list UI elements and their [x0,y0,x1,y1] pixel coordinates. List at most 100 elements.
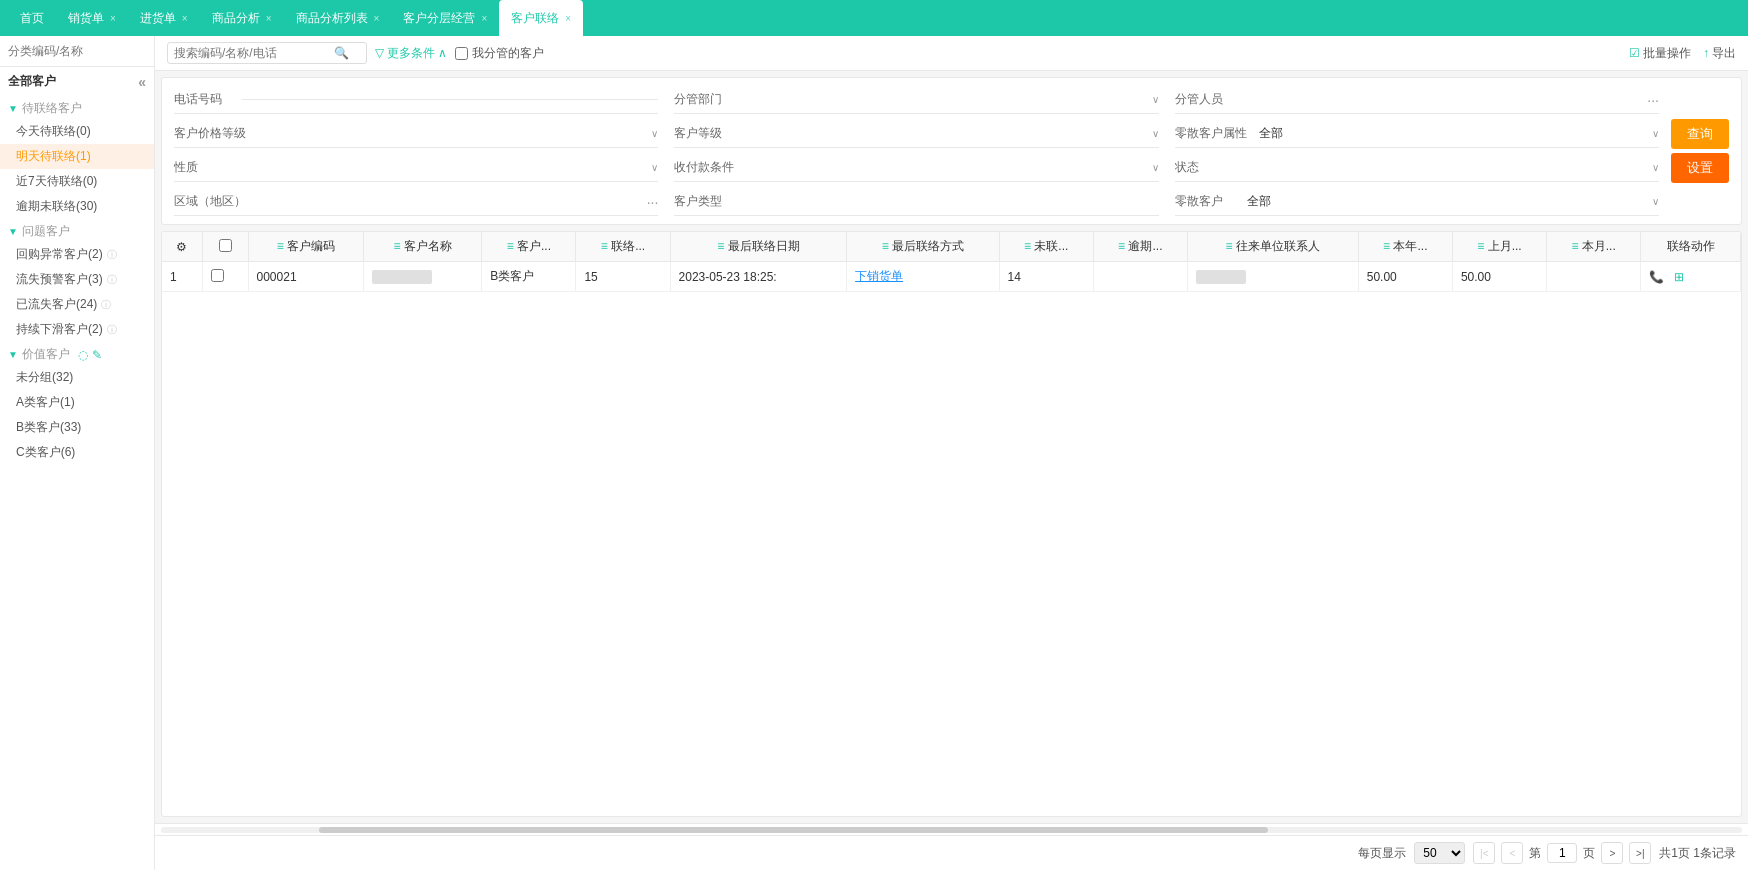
chevron-down-icon[interactable]: ∨ [1152,128,1159,139]
filter-phone: 电话号码 [174,86,658,114]
more-icon[interactable]: ··· [1647,92,1659,108]
cell-index: 1 [162,262,202,292]
nav-purchase-order[interactable]: 进货单 × [128,0,200,36]
close-icon[interactable]: × [481,13,487,24]
close-icon[interactable]: × [182,13,188,24]
query-button[interactable]: 查询 [1671,119,1729,149]
nav-product-analysis-list[interactable]: 商品分析列表 × [284,0,392,36]
sidebar-item-churned[interactable]: 已流失客户(24) ⓘ [0,292,154,317]
phone-action-icon[interactable]: 📞 [1649,270,1664,284]
search-icon[interactable]: 🔍 [334,46,349,60]
next-page-button[interactable]: > [1601,842,1623,864]
my-customers-checkbox[interactable] [455,47,468,60]
col-settings[interactable]: ⚙ [162,232,202,262]
close-icon[interactable]: × [266,13,272,24]
edit-icon[interactable]: ✎ [92,348,102,362]
sidebar-search-container: 🔍 [0,36,154,67]
chevron-down-icon[interactable]: ∨ [1652,128,1659,139]
filter-person: 分管人员 ··· [1175,86,1659,114]
sidebar-item-declining[interactable]: 持续下滑客户(2) ⓘ [0,317,154,342]
close-icon[interactable]: × [110,13,116,24]
chevron-down-icon[interactable]: ∨ [1152,94,1159,105]
my-customers-checkbox-label[interactable]: 我分管的客户 [455,45,544,62]
sidebar-group-pending: ▼ 待联络客户 [0,96,154,119]
sidebar-search-input[interactable] [8,44,155,58]
filter-nature-label: 性质 [174,159,234,176]
chevron-down-icon[interactable]: ∨ [1652,162,1659,173]
more-icon[interactable]: ··· [647,194,659,210]
row-checkbox[interactable] [211,269,224,282]
col-contact-header: ≡ 联络... [576,232,670,262]
sidebar-item-ungrouped[interactable]: 未分组(32) [0,365,154,390]
close-icon[interactable]: × [565,13,571,24]
select-all-checkbox[interactable] [219,239,232,252]
filter-scattered-customer: 零散客户 全部 ∨ [1175,188,1659,216]
cell-checkbox [202,262,248,292]
export-button[interactable]: ↑ 导出 [1703,45,1736,62]
last-page-button[interactable]: >| [1629,842,1651,864]
batch-operation-button[interactable]: ☑ 批量操作 [1629,45,1691,62]
chevron-down-icon[interactable]: ∨ [1652,196,1659,207]
refresh-icon[interactable]: ◌ [78,348,88,362]
filter-fields: 电话号码 分管部门 ∨ 分管人员 ··· [174,86,1659,216]
col-last-month-header: ≡ 上月... [1452,232,1546,262]
sidebar-item-7days[interactable]: 近7天待联络(0) [0,169,154,194]
filter-action-buttons: 查询 设置 [1659,86,1729,216]
settings-button[interactable]: 设置 [1671,153,1729,183]
filter-row-4: 区域（地区） ··· 客户类型 零散客户 全部 ∨ [174,188,1659,216]
filter-customer-level-label: 客户等级 [674,125,734,142]
cell-overdue [1093,262,1187,292]
sort-icon: ≡ [601,239,608,253]
sidebar-item-c-customers[interactable]: C类客户(6) [0,440,154,465]
filter-scattered-attr-label: 零散客户属性 [1175,125,1247,142]
chevron-down-icon[interactable]: ∨ [1152,162,1159,173]
cell-last-contact-date: 2023-05-23 18:25: [670,262,847,292]
filter-price-level: 客户价格等级 ∨ [174,120,658,148]
filter-status: 状态 ∨ [1175,154,1659,182]
sidebar-item-overdue[interactable]: 逾期未联络(30) [0,194,154,219]
filter-row-2: 客户价格等级 ∨ 客户等级 ∨ 零散客户属性 全部 ∨ [174,120,1659,148]
scrollbar-thumb[interactable] [319,827,1268,833]
chevron-down-icon[interactable]: ∨ [651,162,658,173]
sidebar-item-today[interactable]: 今天待联络(0) [0,119,154,144]
nav-product-analysis[interactable]: 商品分析 × [200,0,284,36]
filter-payment-terms: 收付款条件 ∨ [674,154,1158,182]
page-number-input[interactable] [1547,843,1577,863]
filter-scattered-customer-value: 全部 [1247,193,1271,210]
grid-action-icon[interactable]: ⊞ [1674,270,1684,284]
nav-home[interactable]: 首页 [8,0,56,36]
nav-sales-order[interactable]: 销货单 × [56,0,128,36]
arrow-icon: ▼ [8,349,18,360]
col-action-header: 联络动作 [1641,232,1741,262]
nav-customer-tier[interactable]: 客户分层经营 × [391,0,499,36]
nav-customer-contact[interactable]: 客户联络 × [499,0,583,36]
sidebar-item-repurchase-abnormal[interactable]: 回购异常客户(2) ⓘ [0,242,154,267]
cell-this-year: 50.00 [1358,262,1452,292]
filter-price-level-label: 客户价格等级 [174,125,246,142]
last-contact-method-link[interactable]: 下销货单 [855,269,903,283]
close-icon[interactable]: × [374,13,380,24]
table-header-row: ⚙ ≡ 客户编码 ≡ 客户名称 ≡ 客户... ≡ 联络... ≡ 最后联络日期… [162,232,1741,262]
sort-icon: ≡ [717,239,724,253]
sidebar-item-b-customers[interactable]: B类客户(33) [0,415,154,440]
sidebar-all-customers[interactable]: 全部客户 « [0,67,154,96]
horizontal-scrollbar[interactable] [155,823,1748,835]
prev-page-button[interactable]: < [1501,842,1523,864]
search-input[interactable] [174,46,334,60]
chevron-down-icon[interactable]: ∨ [651,128,658,139]
settings-icon[interactable]: ⚙ [176,240,187,254]
sidebar-item-tomorrow[interactable]: 明天待联络(1) [0,144,154,169]
filter-person-label: 分管人员 [1175,91,1235,108]
filter-scattered-attr: 零散客户属性 全部 ∨ [1175,120,1659,148]
col-code-header: ≡ 客户编码 [248,232,364,262]
per-page-select[interactable]: 50 100 200 [1414,842,1465,864]
filter-phone-label: 电话号码 [174,91,234,108]
first-page-button[interactable]: |< [1473,842,1495,864]
sort-icon: ≡ [1226,239,1233,253]
collapse-icon: « [138,74,146,90]
info-icon: ⓘ [101,298,111,312]
sort-icon: ≡ [507,239,514,253]
more-filter-button[interactable]: ▽ 更多条件 ∧ [375,45,447,62]
sidebar-item-churn-warning[interactable]: 流失预警客户(3) ⓘ [0,267,154,292]
sidebar-item-a-customers[interactable]: A类客户(1) [0,390,154,415]
